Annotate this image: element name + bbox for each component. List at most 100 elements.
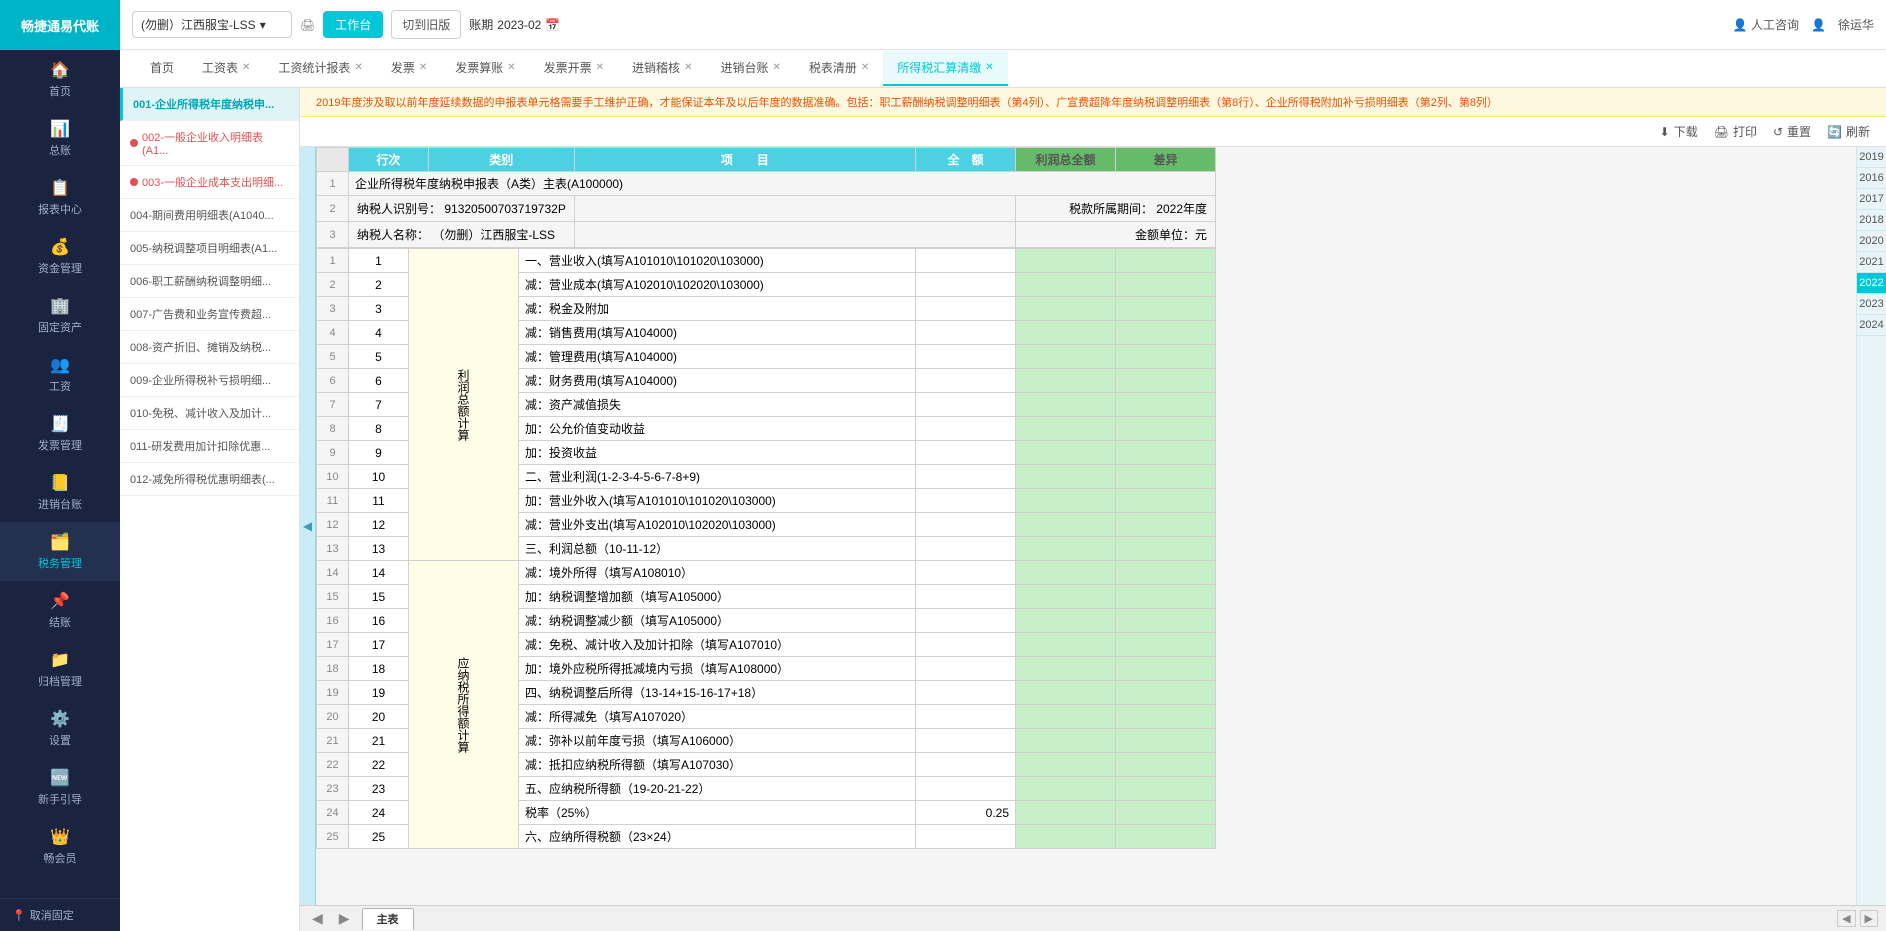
cell-seq[interactable]: 14 [349,561,409,585]
reset-button[interactable]: ↺ 重置 [1773,123,1811,140]
cell-diff[interactable] [1116,561,1216,585]
year-2024[interactable]: 2024 [1857,315,1886,336]
year-2022[interactable]: 2022 [1857,273,1886,294]
cell-item[interactable]: 减：资产减值损失 [519,393,916,417]
cell-profit[interactable] [1016,657,1116,681]
cell-item[interactable]: 加：公允价值变动收益 [519,417,916,441]
tab-sales-check-close[interactable]: ✕ [684,62,692,73]
year-2017[interactable]: 2017 [1857,189,1886,210]
cell-item[interactable]: 加：营业外收入(填写A101010\101020\103000) [519,489,916,513]
cell-item[interactable]: 减：销售费用(填写A104000) [519,321,916,345]
cell-seq[interactable]: 25 [349,825,409,849]
work-table-button[interactable]: 工作台 [323,11,383,38]
cell-item[interactable]: 减：营业成本(填写A102010\102020\103000) [519,273,916,297]
sidebar-item-assets[interactable]: 🏢 固定资产 [0,286,120,345]
report-item-004[interactable]: 004-期间费用明细表(A1040... [120,199,299,232]
cell-profit[interactable] [1016,825,1116,849]
cell-seq[interactable]: 12 [349,513,409,537]
cell-item[interactable]: 减：弥补以前年度亏损（填写A106000） [519,729,916,753]
cell-amount[interactable] [916,777,1016,801]
cell-diff[interactable] [1116,273,1216,297]
ai-consult-button[interactable]: 👤 人工咨询 [1733,16,1799,33]
cell-amount[interactable] [916,273,1016,297]
cell-item[interactable]: 减：所得减免（填写A107020） [519,705,916,729]
cell-diff[interactable] [1116,345,1216,369]
cell-profit[interactable] [1016,537,1116,561]
cell-amount[interactable] [916,705,1016,729]
tab-invoice-calc-close[interactable]: ✕ [507,62,515,73]
cell-seq[interactable]: 11 [349,489,409,513]
tab-payroll-stat-close[interactable]: ✕ [354,62,362,73]
report-item-001[interactable]: 001-企业所得税年度纳税申... [120,88,299,121]
cell-seq[interactable]: 6 [349,369,409,393]
cell-seq[interactable]: 23 [349,777,409,801]
report-item-002[interactable]: 002-一般企业收入明细表(A1... [120,121,299,166]
cell-item[interactable]: 一、营业收入(填写A101010\101020\103000) [519,249,916,273]
report-item-009[interactable]: 009-企业所得税补亏损明细... [120,364,299,397]
cell-amount[interactable] [916,657,1016,681]
cell-item[interactable]: 减：境外所得（填写A108010） [519,561,916,585]
year-2016[interactable]: 2016 [1857,168,1886,189]
tab-tax-list[interactable]: 税表清册 ✕ [795,51,883,86]
tab-invoice[interactable]: 发票 ✕ [377,51,441,86]
tab-sales-ledger-close[interactable]: ✕ [772,62,780,73]
cell-item[interactable]: 减：纳税调整减少额（填写A105000） [519,609,916,633]
tab-sales-check[interactable]: 进销稽核 ✕ [618,51,706,86]
cell-profit[interactable] [1016,801,1116,825]
cell-profit[interactable] [1016,249,1116,273]
tab-income-tax-close[interactable]: ✕ [985,62,993,73]
cell-amount[interactable] [916,345,1016,369]
report-item-010[interactable]: 010-免税、减计收入及加计... [120,397,299,430]
calendar-icon[interactable]: 📅 [545,18,560,32]
cell-profit[interactable] [1016,681,1116,705]
download-button[interactable]: ⬇ 下载 [1660,123,1698,140]
cell-amount[interactable] [916,441,1016,465]
cell-seq[interactable]: 1 [349,249,409,273]
cell-item[interactable]: 加：境外应税所得抵减境内亏损（填写A108000） [519,657,916,681]
sheet-nav-prev[interactable]: ◀ [308,910,327,927]
cell-seq[interactable]: 2 [349,273,409,297]
cell-amount[interactable] [916,369,1016,393]
cell-item[interactable]: 六、应纳所得税额（23×24） [519,825,916,849]
sheet-tab-main[interactable]: 主表 [362,908,414,930]
cell-diff[interactable] [1116,417,1216,441]
cell-item[interactable]: 减：免税、减计收入及加计扣除（填写A107010） [519,633,916,657]
tab-payroll-stat[interactable]: 工资统计报表 ✕ [264,51,376,86]
scroll-left-icon[interactable]: ◀ [1837,910,1855,927]
cell-diff[interactable] [1116,657,1216,681]
sidebar-item-archive[interactable]: 📁 归档管理 [0,640,120,699]
sidebar-item-finance[interactable]: 💰 资金管理 [0,227,120,286]
tab-income-tax[interactable]: 所得税汇算清缴 ✕ [883,51,1007,86]
sheet-nav-next[interactable]: ▶ [335,910,354,927]
sidebar-item-close[interactable]: 📌 结账 [0,581,120,640]
cell-profit[interactable] [1016,345,1116,369]
cell-profit[interactable] [1016,489,1116,513]
cell-profit[interactable] [1016,729,1116,753]
cell-amount[interactable] [916,681,1016,705]
cell-amount[interactable] [916,465,1016,489]
cell-seq[interactable]: 19 [349,681,409,705]
cell-amount[interactable] [916,513,1016,537]
sidebar-item-payroll[interactable]: 👥 工资 [0,345,120,404]
cell-seq[interactable]: 20 [349,705,409,729]
cell-item[interactable]: 四、纳税调整后所得（13-14+15-16-17+18） [519,681,916,705]
sidebar-item-settings[interactable]: ⚙️ 设置 [0,699,120,758]
report-item-012[interactable]: 012-减免所得税优惠明细表(... [120,463,299,496]
sidebar-item-report[interactable]: 📋 报表中心 [0,168,120,227]
cell-diff[interactable] [1116,633,1216,657]
cell-amount[interactable] [916,585,1016,609]
cell-diff[interactable] [1116,729,1216,753]
cell-profit[interactable] [1016,585,1116,609]
cell-seq[interactable]: 7 [349,393,409,417]
cell-profit[interactable] [1016,369,1116,393]
cell-item[interactable]: 三、利润总额（10-11-12） [519,537,916,561]
cell-amount[interactable] [916,825,1016,849]
cell-profit[interactable] [1016,705,1116,729]
sidebar-item-vip[interactable]: 👑 畅会员 [0,817,120,876]
scroll-right-icon[interactable]: ▶ [1860,910,1878,927]
cell-diff[interactable] [1116,441,1216,465]
cell-amount[interactable] [916,753,1016,777]
cell-seq[interactable]: 18 [349,657,409,681]
sidebar-item-tax[interactable]: 🗂️ 税务管理 [0,522,120,581]
report-item-005[interactable]: 005-纳税调整项目明细表(A1... [120,232,299,265]
